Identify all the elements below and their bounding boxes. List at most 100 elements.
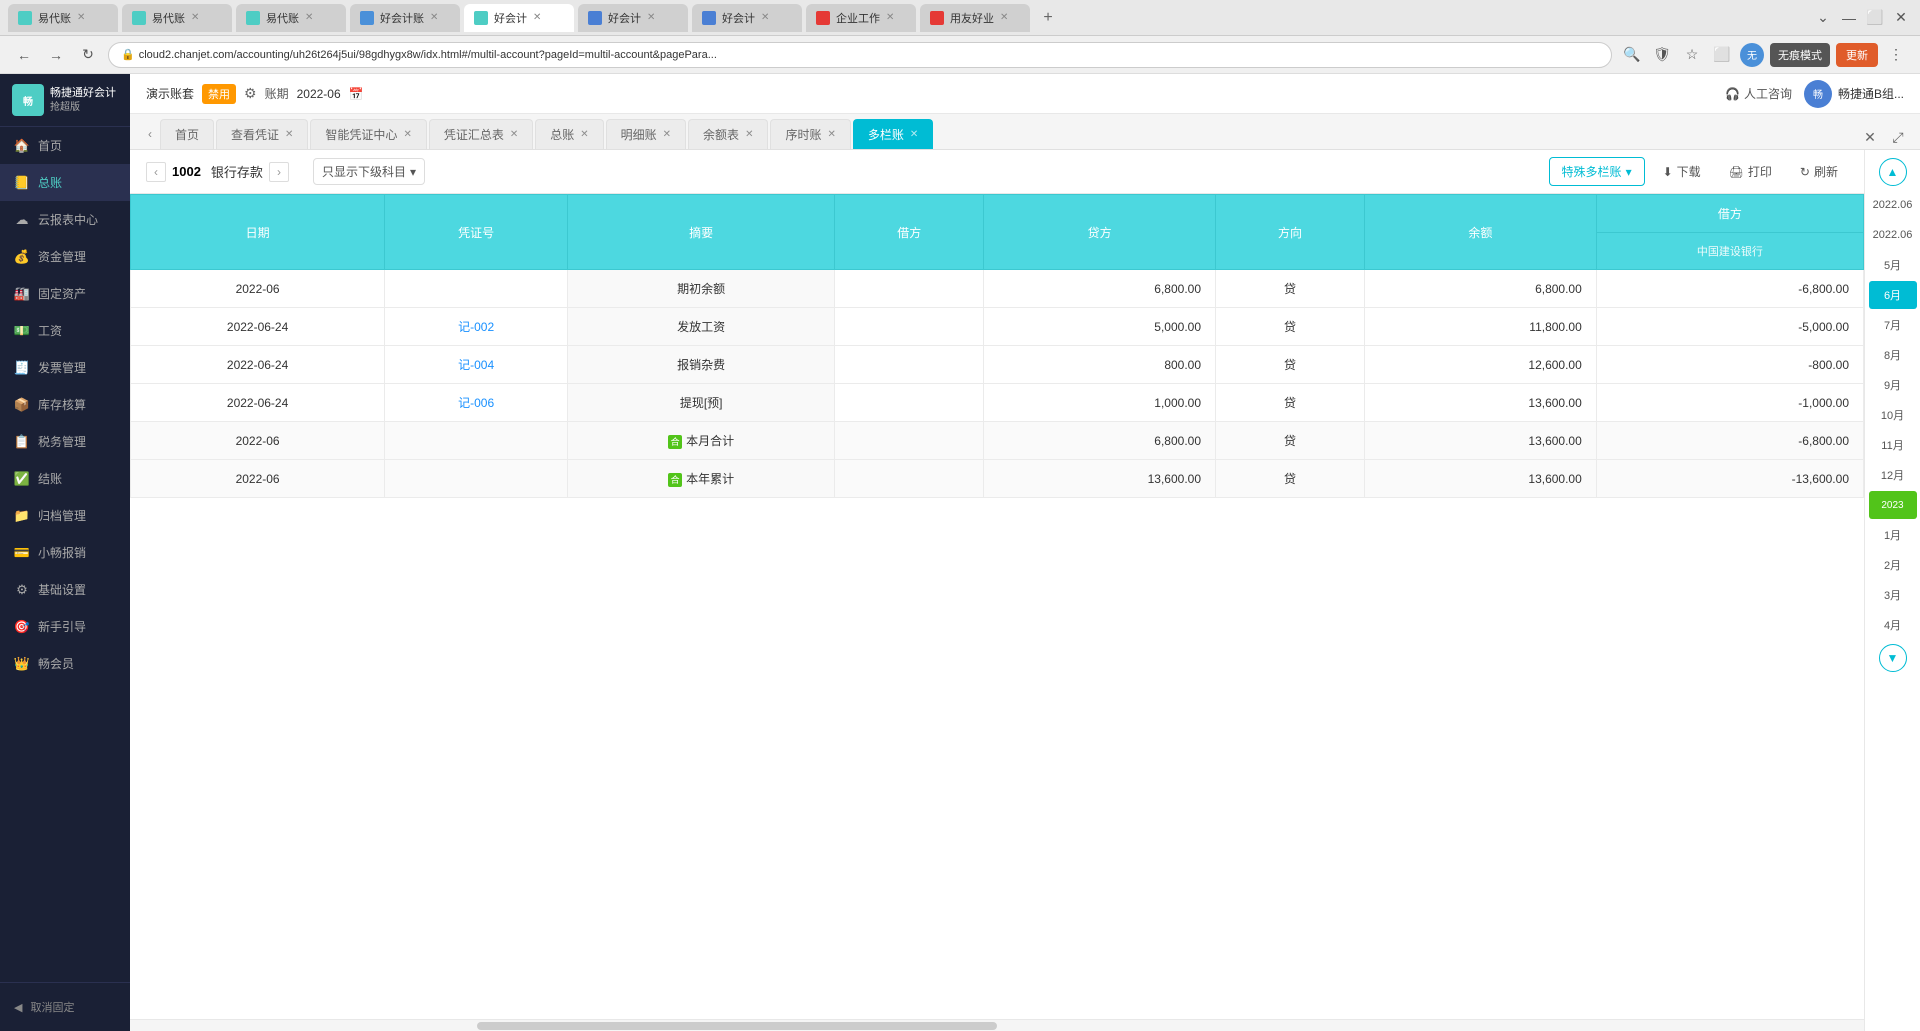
sidebar-item-fund[interactable]: 💰 资金管理 [0, 238, 130, 275]
sidebar-item-fixed-assets[interactable]: 🏭 固定资产 [0, 275, 130, 312]
close-icon-5[interactable]: ✕ [533, 12, 541, 23]
sidebar-item-tax[interactable]: 📋 税务管理 [0, 423, 130, 460]
subject-next-button[interactable]: › [269, 162, 289, 182]
date-nav-2022-06-first[interactable]: 2022.06 [1869, 191, 1917, 219]
url-bar[interactable]: 🔒 cloud2.chanjet.com/accounting/uh26t264… [108, 42, 1612, 68]
back-button[interactable]: ← [12, 43, 36, 67]
tab-general-ledger[interactable]: 总账 ✕ [535, 119, 603, 149]
date-nav-6[interactable]: 6月 [1869, 281, 1917, 309]
date-nav-2023-3[interactable]: 3月 [1869, 581, 1917, 609]
search-icon[interactable]: 🔍 [1620, 43, 1644, 67]
close-icon[interactable]: ✕ [663, 129, 671, 140]
sidebar-item-invoice[interactable]: 🧾 发票管理 [0, 349, 130, 386]
close-icon-2[interactable]: ✕ [191, 12, 199, 23]
sidebar-item-home[interactable]: 🏠 首页 [0, 127, 130, 164]
close-icon[interactable]: ✕ [285, 129, 293, 140]
tab-detail-ledger[interactable]: 明细账 ✕ [606, 119, 686, 149]
date-nav-2023-4[interactable]: 4月 [1869, 611, 1917, 639]
close-icon[interactable]: ✕ [910, 129, 918, 140]
date-nav-12[interactable]: 12月 [1869, 461, 1917, 489]
close-icon-9[interactable]: ✕ [1000, 12, 1008, 23]
date-nav-10[interactable]: 10月 [1869, 401, 1917, 429]
close-icon[interactable]: ✕ [745, 129, 753, 140]
close-icon-6[interactable]: ✕ [647, 12, 655, 23]
sidebar-item-guide[interactable]: 🎯 新手引导 [0, 608, 130, 645]
tab-view-voucher[interactable]: 查看凭证 ✕ [216, 119, 308, 149]
sidebar-item-expense[interactable]: 💳 小畅报销 [0, 534, 130, 571]
date-nav-5[interactable]: 5月 [1869, 251, 1917, 279]
tab-yidaizhang-2[interactable]: 易代账 ✕ [122, 4, 232, 32]
date-nav-9[interactable]: 9月 [1869, 371, 1917, 399]
tab-haohuiji-5[interactable]: 好会计 ✕ [464, 4, 574, 32]
date-nav-down-button[interactable]: ▼ [1879, 644, 1907, 672]
sidebar-item-member[interactable]: 👑 畅会员 [0, 645, 130, 682]
close-icon-3[interactable]: ✕ [305, 12, 313, 23]
expand-panel-button[interactable]: ⤢ [1886, 125, 1910, 149]
sidebar-item-archive[interactable]: 📁 归档管理 [0, 497, 130, 534]
close-window-button[interactable]: ✕ [1890, 7, 1912, 29]
tab-youyou-9[interactable]: 用友好业 ✕ [920, 4, 1030, 32]
filter-dropdown[interactable]: 只显示下级科目 ▾ [313, 158, 425, 185]
tab-haohuiji-7[interactable]: 好会计 ✕ [692, 4, 802, 32]
star-icon[interactable]: ☆ [1680, 43, 1704, 67]
tab-yidaizhang-3[interactable]: 易代账 ✕ [236, 4, 346, 32]
date-nav-7[interactable]: 7月 [1869, 311, 1917, 339]
tab-multi-account[interactable]: 多栏账 ✕ [853, 119, 933, 149]
shield-icon[interactable]: 🛡 [1650, 43, 1674, 67]
close-icon[interactable]: ✕ [827, 129, 835, 140]
subject-prev-button[interactable]: ‹ [146, 162, 166, 182]
refresh-browser-button[interactable]: ↻ [76, 43, 100, 67]
tab-sequence-ledger[interactable]: 序时账 ✕ [770, 119, 850, 149]
close-icon-8[interactable]: ✕ [886, 12, 894, 23]
sidebar-item-settings[interactable]: ⚙ 基础设置 [0, 571, 130, 608]
browser-menu-icon[interactable]: ⋮ [1884, 43, 1908, 67]
update-button[interactable]: 更新 [1836, 43, 1878, 67]
close-icon-1[interactable]: ✕ [77, 12, 85, 23]
sidebar-item-salary[interactable]: 💵 工资 [0, 312, 130, 349]
scroll-thumb[interactable] [477, 1022, 997, 1030]
tab-haohuiji-6[interactable]: 好会计 ✕ [578, 4, 688, 32]
tab-home[interactable]: 首页 [160, 119, 214, 149]
close-icon-4[interactable]: ✕ [430, 12, 438, 23]
add-tab-button[interactable]: + [1034, 4, 1062, 32]
forward-button[interactable]: → [44, 43, 68, 67]
tab-haohuiji-4[interactable]: 好会计账 ✕ [350, 4, 460, 32]
date-nav-year-2023[interactable]: 2023 [1869, 491, 1917, 519]
sidebar-item-inventory[interactable]: 📦 库存核算 [0, 386, 130, 423]
extension-icon[interactable]: ⬜ [1710, 43, 1734, 67]
close-icon[interactable]: ✕ [580, 129, 588, 140]
sidebar-item-cloud-report[interactable]: ☁ 云报表中心 [0, 201, 130, 238]
tab-yidaizhang-1[interactable]: 易代账 ✕ [8, 4, 118, 32]
restore-button[interactable]: ⬜ [1864, 7, 1886, 29]
tab-balance-sheet[interactable]: 余额表 ✕ [688, 119, 768, 149]
tab-voucher-summary[interactable]: 凭证汇总表 ✕ [429, 119, 533, 149]
service-button[interactable]: 🎧 人工咨询 [1725, 85, 1792, 102]
special-multi-button[interactable]: 特殊多栏账 ▾ [1549, 157, 1645, 186]
date-nav-up-button[interactable]: ▲ [1879, 158, 1907, 186]
date-nav-2022-06-second[interactable]: 2022.06 [1869, 221, 1917, 249]
refresh-button[interactable]: ↻ 刷新 [1790, 158, 1848, 185]
bottom-scrollbar[interactable] [130, 1019, 1864, 1031]
tab-list-button[interactable]: ⌄ [1812, 7, 1834, 29]
close-icon[interactable]: ✕ [510, 129, 518, 140]
date-nav-2023-1[interactable]: 1月 [1869, 521, 1917, 549]
download-button[interactable]: ⬇ 下载 [1653, 158, 1711, 185]
sidebar-item-settlement[interactable]: ✅ 结账 [0, 460, 130, 497]
date-nav-8[interactable]: 8月 [1869, 341, 1917, 369]
minimize-button[interactable]: — [1838, 7, 1860, 29]
tab-enterprise-8[interactable]: 企业工作 ✕ [806, 4, 916, 32]
close-icon[interactable]: ✕ [403, 129, 411, 140]
incognito-button[interactable]: 无痕模式 [1770, 43, 1830, 67]
sidebar-item-general-ledger[interactable]: 📒 总账 [0, 164, 130, 201]
date-nav-2023-2[interactable]: 2月 [1869, 551, 1917, 579]
tab-prev-button[interactable]: ‹ [140, 119, 160, 149]
unpin-button[interactable]: ◀ 取消固定 [14, 993, 116, 1021]
minimize-panel-button[interactable]: ✕ [1858, 125, 1882, 149]
browser-user-avatar[interactable]: 无 [1740, 43, 1764, 67]
settings-icon[interactable]: ⚙ [244, 85, 257, 102]
date-nav-11[interactable]: 11月 [1869, 431, 1917, 459]
print-button[interactable]: 🖨 打印 [1719, 158, 1782, 185]
calendar-icon[interactable]: 📅 [349, 87, 364, 101]
tab-smart-center[interactable]: 智能凭证中心 ✕ [310, 119, 426, 149]
close-icon-7[interactable]: ✕ [761, 12, 769, 23]
